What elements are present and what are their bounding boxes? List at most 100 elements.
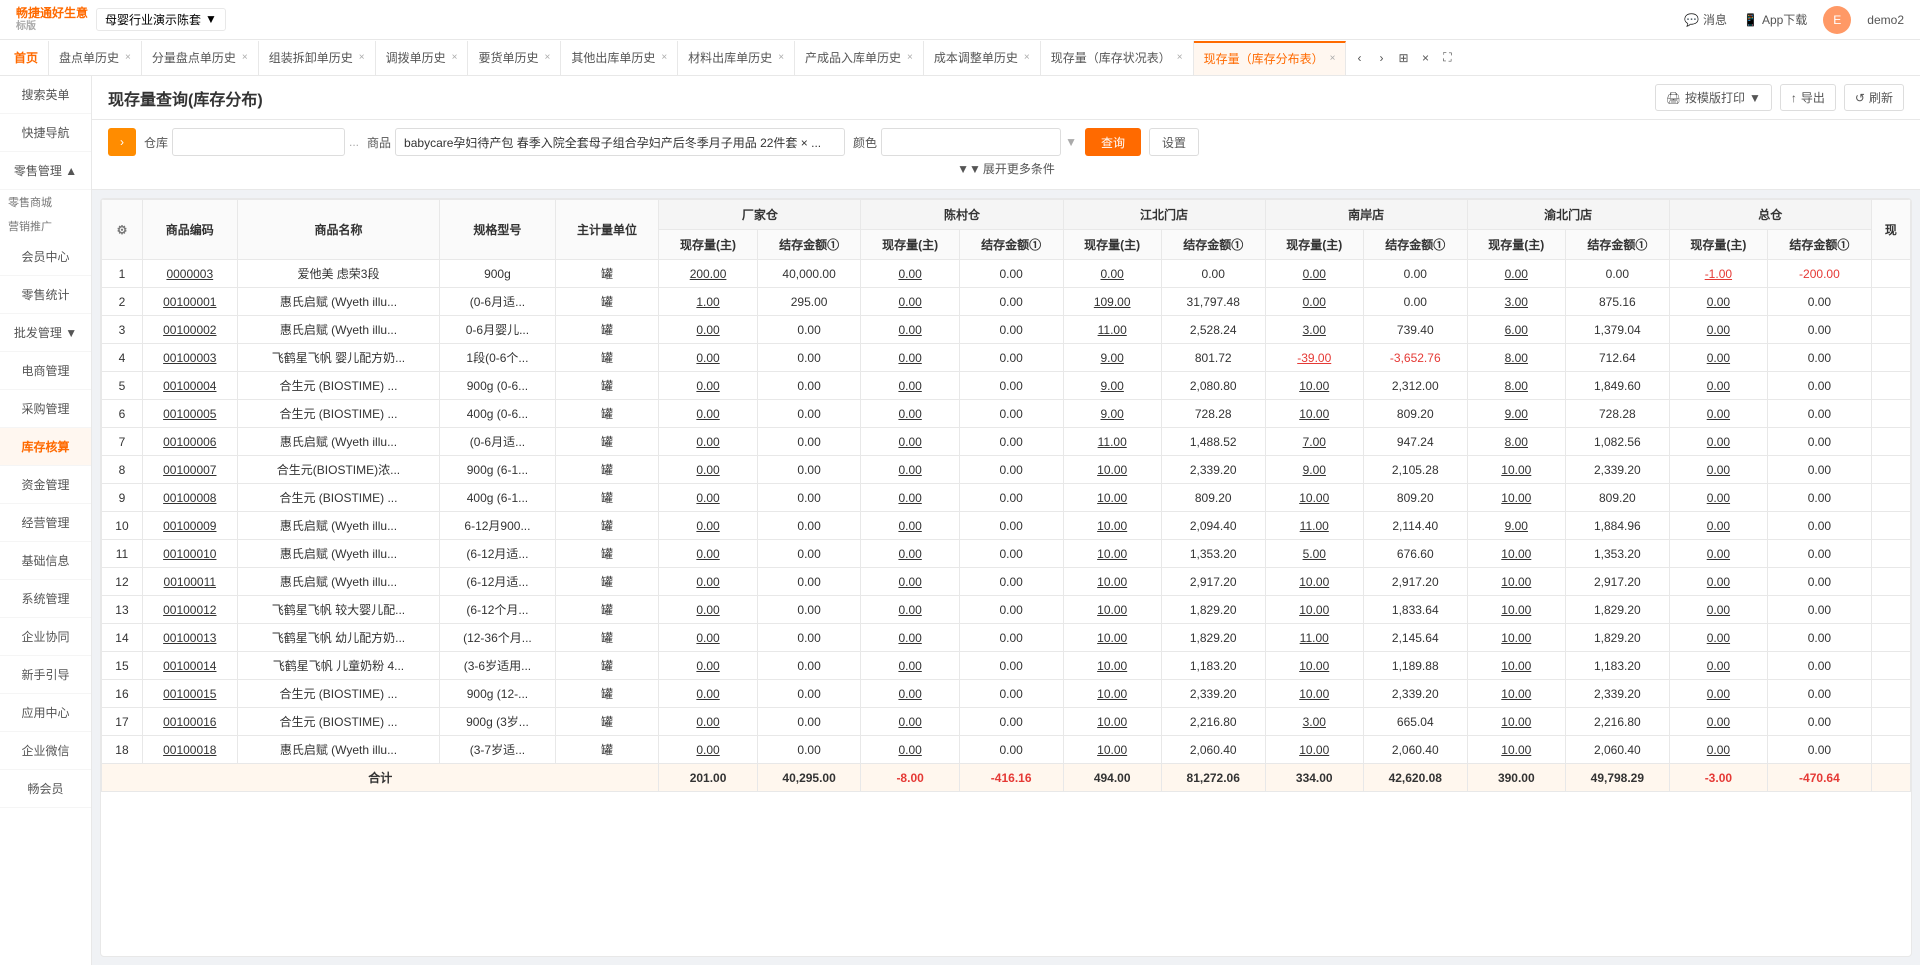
sidebar-item-member[interactable]: 会员中心 — [0, 238, 91, 276]
tab-material-out[interactable]: 材料出库单历史 × — [678, 41, 795, 75]
col-chen-stock: 现存量(主) — [861, 230, 959, 260]
tab-stock-dist[interactable]: 现存量（库存分布表） × — [1194, 41, 1347, 75]
table-row: 1600100015合生元 (BIOSTIME) ...900g (12-...… — [102, 680, 1911, 708]
sidebar-item-app-center[interactable]: 应用中心 — [0, 694, 91, 732]
table-row: 400100003飞鹤星飞帆 婴儿配方奶...1段(0-6个...罐0.000.… — [102, 344, 1911, 372]
warehouse-input[interactable] — [172, 128, 345, 156]
table-row: 1700100016合生元 (BIOSTIME) ...900g (3岁...罐… — [102, 708, 1911, 736]
col-nanan-stock: 现存量(主) — [1265, 230, 1363, 260]
sidebar-item-retail-mgmt[interactable]: 零售管理 ▲ — [0, 152, 91, 190]
tab-close-icon[interactable]: × — [778, 52, 784, 63]
col-jiangbei-amount: 结存金额① — [1161, 230, 1265, 260]
org-selector[interactable]: 母婴行业演示陈套 ▼ — [96, 8, 226, 31]
filter-row: › 仓库 ... 商品 颜色 ▼ 查询 — [108, 128, 1904, 156]
user-avatar[interactable]: E — [1823, 6, 1851, 34]
table-row: 1300100012飞鹤星飞帆 较大婴儿配...(6-12个月...罐0.000… — [102, 596, 1911, 624]
table-row: 1200100011惠氏启赋 (Wyeth illu...(6-12月适...罐… — [102, 568, 1911, 596]
tab-close-icon[interactable]: × — [544, 52, 550, 63]
tab-close-icon[interactable]: × — [242, 52, 248, 63]
tab-home[interactable]: 首页 — [4, 41, 49, 75]
col-chen-group: 陈村仓 — [861, 200, 1063, 230]
sidebar-item-marketing[interactable]: 营销推广 — [0, 214, 91, 238]
tab-close-all-btn[interactable]: × — [1414, 47, 1436, 69]
tab-close-icon[interactable]: × — [359, 52, 365, 63]
sidebar-item-basic-info[interactable]: 基础信息 — [0, 542, 91, 580]
tab-transfer[interactable]: 调拨单历史 × — [376, 41, 469, 75]
sidebar-item-member-plus[interactable]: 畅会员 — [0, 770, 91, 808]
tab-prev-btn[interactable]: ‹ — [1348, 47, 1370, 69]
sidebar-item-retail-stats[interactable]: 零售统计 — [0, 276, 91, 314]
tab-assembly[interactable]: 组装拆卸单历史 × — [259, 41, 376, 75]
tab-cost-adjust[interactable]: 成本调整单历史 × — [924, 41, 1041, 75]
tab-inventory-single[interactable]: 盘点单历史 × — [49, 41, 142, 75]
warehouse-dots[interactable]: ... — [349, 135, 359, 149]
tab-close-icon[interactable]: × — [1024, 52, 1030, 63]
col-yubeimen-stock: 现存量(主) — [1467, 230, 1565, 260]
filter-toggle-btn[interactable]: › — [108, 128, 136, 156]
tab-expand-btn[interactable]: ⊞ — [1392, 47, 1414, 69]
page-title: 现存量查询(库存分布) — [108, 86, 263, 110]
tab-close-icon[interactable]: × — [452, 52, 458, 63]
print-btn[interactable]: 🖨 按模版打印 ▼ — [1655, 84, 1772, 111]
sidebar-item-business[interactable]: 经营管理 — [0, 504, 91, 542]
table-row: 10000003爱他美 虑荣3段900g罐200.0040,000.000.00… — [102, 260, 1911, 288]
sidebar-item-new-guide[interactable]: 新手引导 — [0, 656, 91, 694]
tab-fullscreen-btn[interactable]: ⛶ — [1436, 47, 1458, 69]
sidebar-item-enterprise-wechat[interactable]: 企业微信 — [0, 732, 91, 770]
sidebar-item-system[interactable]: 系统管理 — [0, 580, 91, 618]
data-table: ⚙ 商品编码 商品名称 规格型号 主计量单位 厂家仓 陈村仓 江北门店 南岸店 … — [101, 199, 1911, 792]
table-row: 1100100010惠氏启赋 (Wyeth illu...(6-12月适...罐… — [102, 540, 1911, 568]
col-spec-header: 规格型号 — [440, 200, 555, 260]
col-factory-group: 厂家仓 — [659, 200, 861, 230]
user-name: demo2 — [1867, 13, 1904, 27]
query-btn[interactable]: 查询 — [1085, 128, 1141, 156]
filter-warehouse: 仓库 ... — [144, 128, 359, 156]
app-download-btn[interactable]: 📱 App下载 — [1743, 11, 1807, 28]
tab-nav-buttons: ‹ › ⊞ × ⛶ — [1348, 47, 1458, 69]
tab-other-out[interactable]: 其他出库单历史 × — [561, 41, 678, 75]
setting-btn[interactable]: 设置 — [1149, 128, 1199, 156]
tab-stock-status[interactable]: 现存量（库存状况表） × — [1041, 41, 1194, 75]
settings-icon[interactable]: ⚙ — [117, 223, 128, 237]
sidebar-item-enterprise[interactable]: 企业协同 — [0, 618, 91, 656]
table-summary-row: 合计201.0040,295.00-8.00-416.16494.0081,27… — [102, 764, 1911, 792]
tab-close-icon[interactable]: × — [125, 52, 131, 63]
messages-btn[interactable]: 💬 消息 — [1684, 11, 1727, 28]
sidebar-item-quicknav[interactable]: 快捷导航 — [0, 114, 91, 152]
sidebar-item-finance[interactable]: 资金管理 — [0, 466, 91, 504]
col-factory-stock: 现存量(主) — [659, 230, 757, 260]
sidebar-item-purchase[interactable]: 采购管理 — [0, 390, 91, 428]
export-btn[interactable]: ↑ 导出 — [1780, 84, 1836, 111]
table-row: 300100002惠氏启赋 (Wyeth illu...0-6月婴儿...罐0.… — [102, 316, 1911, 344]
tab-close-icon[interactable]: × — [1177, 52, 1183, 63]
topbar-left: 畅捷通好生意 标版 母婴行业演示陈套 ▼ — [16, 6, 226, 32]
message-icon: 💬 — [1684, 13, 1699, 27]
export-icon: ↑ — [1791, 91, 1797, 105]
tab-sub-inventory[interactable]: 分量盘点单历史 × — [142, 41, 259, 75]
table-wrapper: ⚙ 商品编码 商品名称 规格型号 主计量单位 厂家仓 陈村仓 江北门店 南岸店 … — [100, 198, 1912, 957]
col-yubeimen-amount: 结存金额① — [1565, 230, 1669, 260]
sidebar-item-wholesale[interactable]: 批发管理 ▼ — [0, 314, 91, 352]
sidebar-item-retail-shop[interactable]: 零售商城 — [0, 190, 91, 214]
color-input[interactable] — [881, 128, 1061, 156]
tabbar: 首页 盘点单历史 × 分量盘点单历史 × 组装拆卸单历史 × 调拨单历史 × 要… — [0, 40, 1920, 76]
table-row: 1000100009惠氏启赋 (Wyeth illu...6-12月900...… — [102, 512, 1911, 540]
filter-area: › 仓库 ... 商品 颜色 ▼ 查询 — [92, 120, 1920, 190]
col-factory-amount: 结存金额① — [757, 230, 861, 260]
tab-close-icon[interactable]: × — [907, 52, 913, 63]
table-row: 600100005合生元 (BIOSTIME) ...400g (0-6...罐… — [102, 400, 1911, 428]
topbar: 畅捷通好生意 标版 母婴行业演示陈套 ▼ 💬 消息 📱 App下载 E demo… — [0, 0, 1920, 40]
tab-finished-in[interactable]: 产成品入库单历史 × — [795, 41, 924, 75]
goods-input[interactable] — [395, 128, 845, 156]
tab-next-btn[interactable]: › — [1370, 47, 1392, 69]
tab-close-icon[interactable]: × — [661, 52, 667, 63]
table-row: 900100008合生元 (BIOSTIME) ...400g (6-1...罐… — [102, 484, 1911, 512]
sidebar-item-search[interactable]: 搜索英单 — [0, 76, 91, 114]
expand-conditions-btn[interactable]: ▼▼ 展开更多条件 — [957, 160, 1055, 177]
tab-close-icon[interactable]: × — [1330, 53, 1336, 64]
sidebar-item-ecommerce[interactable]: 电商管理 — [0, 352, 91, 390]
refresh-btn[interactable]: ↺ 刷新 — [1844, 84, 1904, 111]
app-logo: 畅捷通好生意 标版 — [16, 6, 88, 32]
tab-requisition[interactable]: 要货单历史 × — [468, 41, 561, 75]
sidebar-item-stock-check[interactable]: 库存核算 — [0, 428, 91, 466]
